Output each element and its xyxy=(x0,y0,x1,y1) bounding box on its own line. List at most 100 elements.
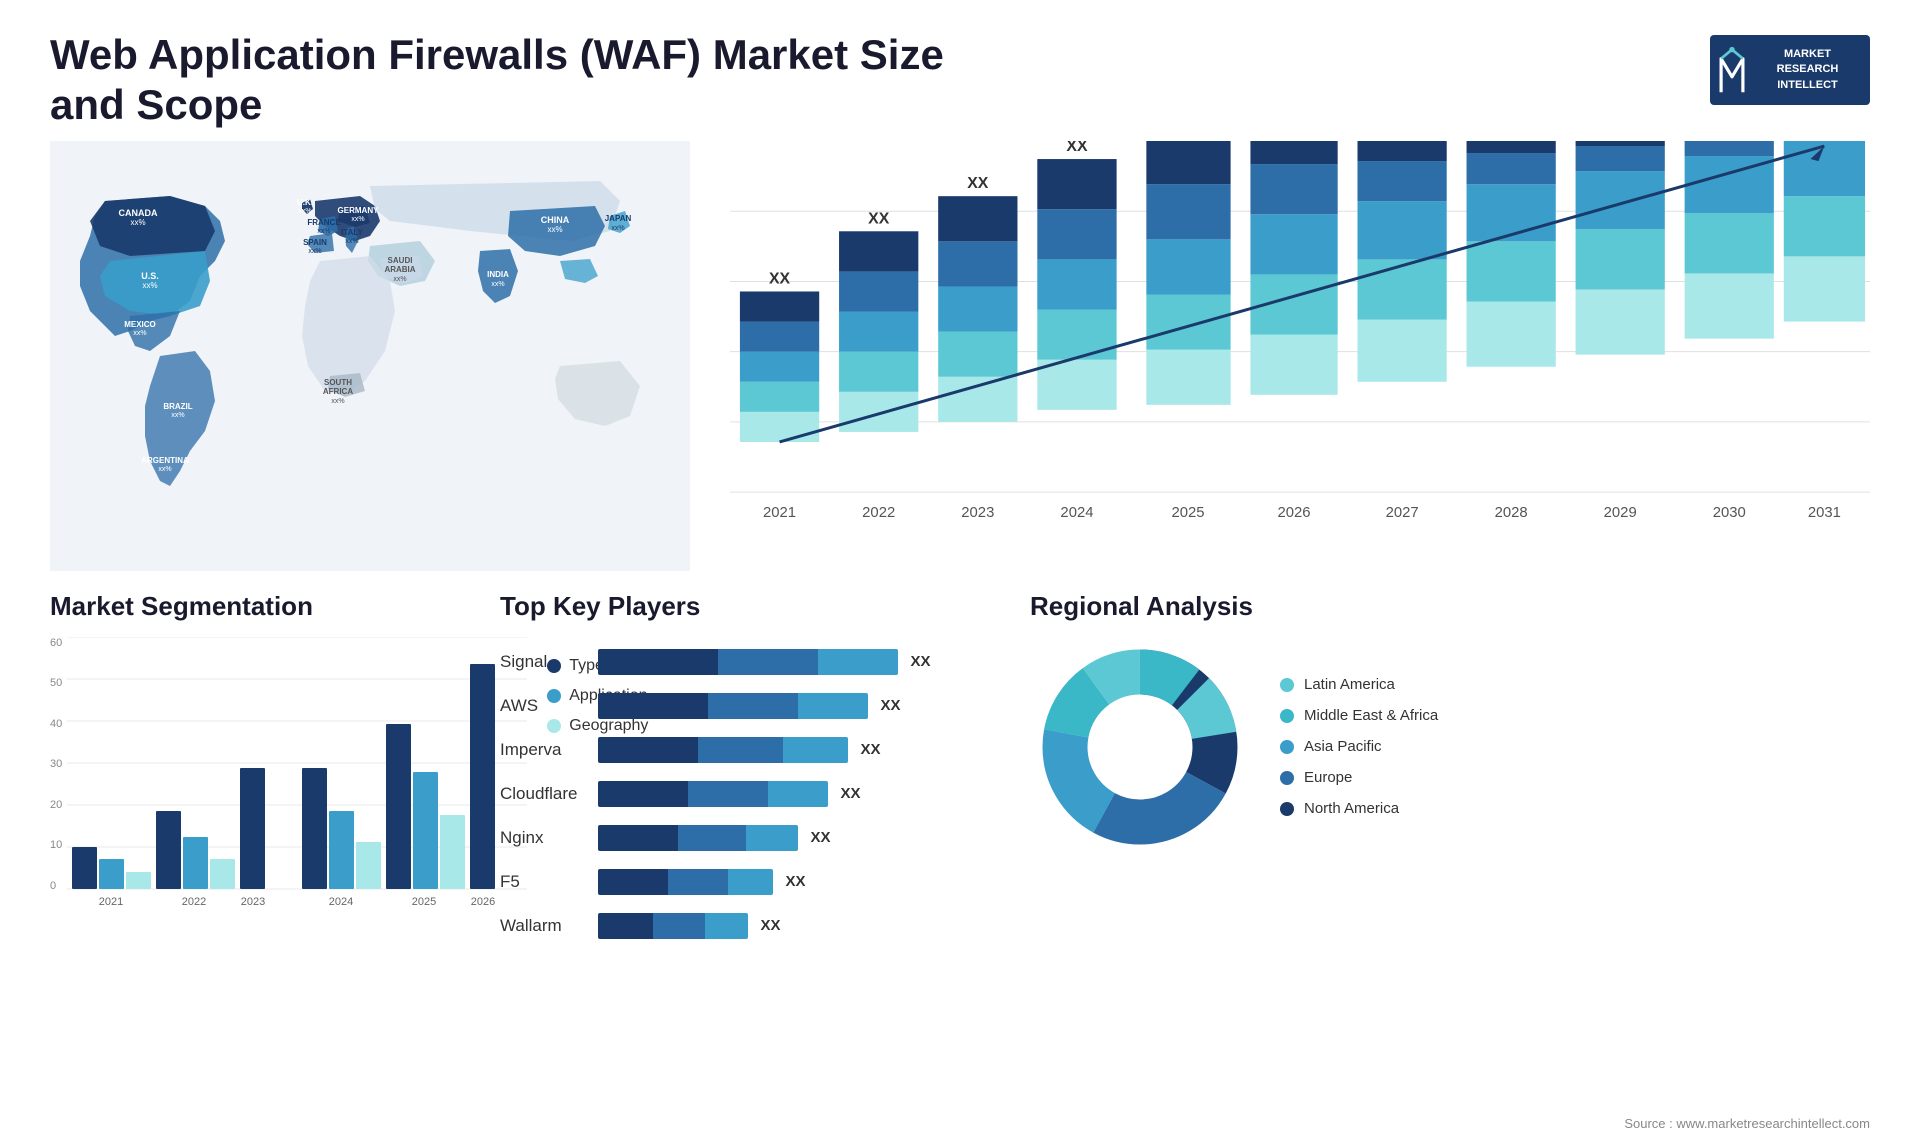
svg-text:2026: 2026 xyxy=(471,896,495,908)
player-nginx: Nginx xyxy=(500,823,578,853)
player-bars: XX XX xyxy=(598,637,1001,941)
player-imperva-xx: XX xyxy=(861,741,881,758)
svg-text:2025: 2025 xyxy=(1171,504,1204,521)
player-f5-xx: XX xyxy=(786,873,806,890)
table-row: XX xyxy=(598,647,1001,677)
y-axis: 60 50 40 30 20 10 0 xyxy=(50,637,67,892)
svg-text:2024: 2024 xyxy=(329,896,353,908)
page-title: Web Application Firewalls (WAF) Market S… xyxy=(50,30,950,131)
svg-text:U.S.: U.S. xyxy=(141,271,159,281)
player-cloudflare-xx: XX xyxy=(841,785,861,802)
svg-text:ITALY: ITALY xyxy=(341,228,363,237)
player-nginx-xx: XX xyxy=(811,829,831,846)
legend-north-america: North America xyxy=(1280,800,1438,817)
bottom-content: Market Segmentation 60 50 40 30 20 10 0 xyxy=(0,571,1920,1061)
svg-text:SAUDI: SAUDI xyxy=(388,256,413,265)
svg-text:2021: 2021 xyxy=(763,504,796,521)
north-america-dot xyxy=(1280,802,1294,816)
logo-text: MARKET RESEARCH INTELLECT xyxy=(1742,47,1839,93)
player-aws-xx: XX xyxy=(881,697,901,714)
map-section: CANADA xx% U.S. xx% MEXICO xx% BRAZIL xx… xyxy=(50,141,690,571)
player-wallarm-xx: XX xyxy=(761,917,781,934)
svg-text:MEXICO: MEXICO xyxy=(124,320,156,329)
regional-title: Regional Analysis xyxy=(1030,591,1870,622)
regional-legend: Latin America Middle East & Africa Asia … xyxy=(1280,676,1438,817)
players-list: Signal AWS Imperva Cloudflare Nginx F5 W… xyxy=(500,637,1000,941)
player-aws: AWS xyxy=(500,691,578,721)
europe-dot xyxy=(1280,771,1294,785)
asia-pacific-label: Asia Pacific xyxy=(1304,738,1382,755)
header: Web Application Firewalls (WAF) Market S… xyxy=(0,0,1920,141)
donut-chart xyxy=(1030,637,1250,857)
svg-text:xx%: xx% xyxy=(171,412,184,419)
svg-text:SPAIN: SPAIN xyxy=(303,238,327,247)
svg-text:2023: 2023 xyxy=(241,896,265,908)
player-names: Signal AWS Imperva Cloudflare Nginx F5 W… xyxy=(500,637,578,941)
north-america-label: North America xyxy=(1304,800,1399,817)
svg-text:ARABIA: ARABIA xyxy=(384,265,415,274)
legend-middle-east: Middle East & Africa xyxy=(1280,707,1438,724)
table-row: XX xyxy=(598,735,1001,765)
svg-text:xx%: xx% xyxy=(142,281,157,290)
europe-label: Europe xyxy=(1304,769,1352,786)
player-signal-xx: XX xyxy=(911,653,931,670)
latin-america-dot xyxy=(1280,678,1294,692)
svg-text:2022: 2022 xyxy=(182,896,206,908)
svg-text:XX: XX xyxy=(769,270,791,287)
svg-text:2028: 2028 xyxy=(1495,504,1528,521)
svg-text:xx%: xx% xyxy=(351,216,364,223)
svg-text:AFRICA: AFRICA xyxy=(323,387,353,396)
players-title: Top Key Players xyxy=(500,591,1000,622)
regional-section: Regional Analysis xyxy=(1030,591,1870,1041)
svg-text:SOUTH: SOUTH xyxy=(324,378,352,387)
svg-text:xx%: xx% xyxy=(133,330,146,337)
svg-text:XX: XX xyxy=(967,175,989,192)
svg-text:2023: 2023 xyxy=(961,504,994,521)
svg-text:FRANCE: FRANCE xyxy=(307,218,341,227)
logo-m-icon xyxy=(1718,45,1746,95)
svg-text:2031: 2031 xyxy=(1808,504,1841,521)
svg-text:xx%: xx% xyxy=(298,208,311,215)
svg-text:XX: XX xyxy=(868,210,890,227)
table-row: XX xyxy=(598,823,1001,853)
svg-text:2026: 2026 xyxy=(1278,504,1311,521)
segmentation-section: Market Segmentation 60 50 40 30 20 10 0 xyxy=(50,591,470,1041)
svg-text:2029: 2029 xyxy=(1604,504,1637,521)
asia-pacific-dot xyxy=(1280,740,1294,754)
svg-text:xx%: xx% xyxy=(547,225,562,234)
legend-europe: Europe xyxy=(1280,769,1438,786)
legend-latin-america: Latin America xyxy=(1280,676,1438,693)
player-cloudflare: Cloudflare xyxy=(500,779,578,809)
donut-area: Latin America Middle East & Africa Asia … xyxy=(1030,637,1870,857)
svg-text:CHINA: CHINA xyxy=(541,215,570,225)
svg-text:xx%: xx% xyxy=(308,248,321,255)
svg-text:xx%: xx% xyxy=(158,466,171,473)
svg-text:xx%: xx% xyxy=(611,225,624,232)
svg-text:xx%: xx% xyxy=(345,238,358,245)
bar-chart-section: XX 2021 XX 2022 XX 2023 xyxy=(710,141,1870,571)
svg-text:U.K.: U.K. xyxy=(297,198,313,207)
svg-text:CANADA: CANADA xyxy=(119,208,158,218)
svg-text:2021: 2021 xyxy=(99,896,123,908)
logo-area: MARKET RESEARCH INTELLECT xyxy=(1710,30,1870,105)
top-content: CANADA xx% U.S. xx% MEXICO xx% BRAZIL xx… xyxy=(0,141,1920,571)
segmentation-title: Market Segmentation xyxy=(50,591,470,622)
middle-east-label: Middle East & Africa xyxy=(1304,707,1438,724)
svg-text:xx%: xx% xyxy=(130,218,145,227)
svg-text:2022: 2022 xyxy=(862,504,895,521)
svg-text:XX: XX xyxy=(1066,141,1088,155)
svg-text:2025: 2025 xyxy=(412,896,436,908)
svg-text:2024: 2024 xyxy=(1060,504,1093,521)
player-wallarm: Wallarm xyxy=(500,911,578,941)
world-map: CANADA xx% U.S. xx% MEXICO xx% BRAZIL xx… xyxy=(50,141,690,571)
svg-text:2030: 2030 xyxy=(1713,504,1746,521)
player-signal: Signal xyxy=(500,647,578,677)
svg-text:xx%: xx% xyxy=(491,281,504,288)
table-row: XX xyxy=(598,691,1001,721)
svg-text:ARGENTINA: ARGENTINA xyxy=(141,456,189,465)
player-f5: F5 xyxy=(500,867,578,897)
bar-chart-svg: XX 2021 XX 2022 XX 2023 xyxy=(730,141,1870,562)
svg-text:xx%: xx% xyxy=(331,398,344,405)
seg-chart-svg2: 2024 2025 2026 xyxy=(297,637,527,927)
svg-text:xx%: xx% xyxy=(393,276,406,283)
